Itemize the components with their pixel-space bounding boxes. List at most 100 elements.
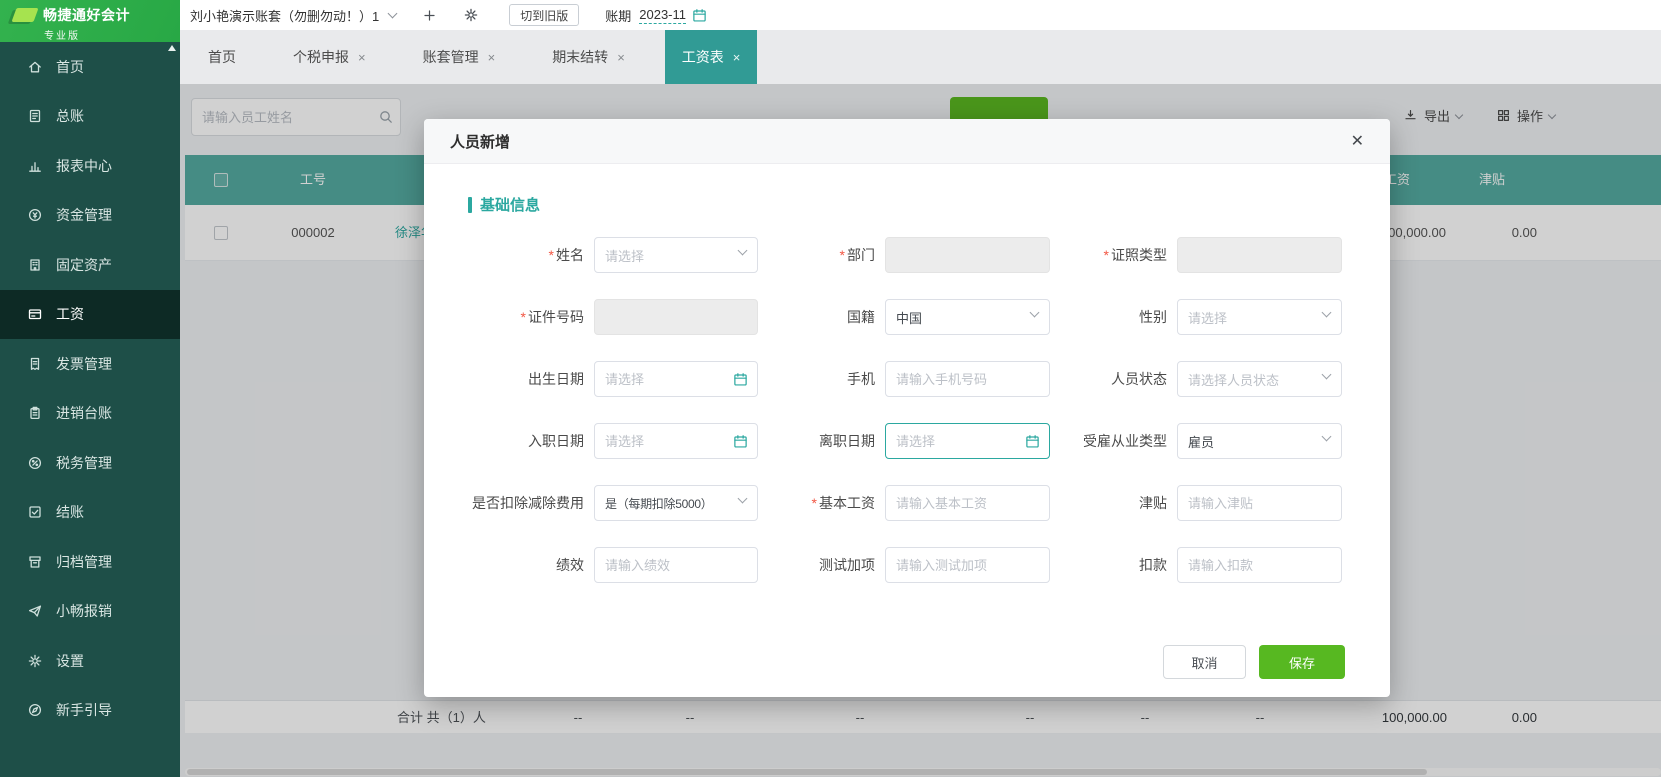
chevron-down-icon — [1029, 307, 1040, 318]
text-input[interactable] — [896, 557, 1039, 573]
sidebar-item-funds[interactable]: 资金管理 — [0, 191, 180, 241]
paper-plane-icon — [28, 605, 42, 617]
building-icon — [30, 259, 40, 271]
field-label-hire-date: 入职日期 — [528, 433, 584, 449]
sidebar-item-purchase-sales[interactable]: 进销台账 — [0, 389, 180, 439]
sidebar-item-label: 资金管理 — [56, 207, 112, 224]
cancel-button[interactable]: 取消 — [1163, 645, 1246, 679]
ledger-icon — [29, 110, 41, 123]
employment-type-select[interactable]: 雇员 — [1177, 423, 1342, 459]
add-person-dialog: 人员新增 ✕ 基础信息 * 姓名 请选择 * 部门 * 证照类型 * 证件号码 … — [424, 119, 1390, 697]
brand-edition: 专业版 — [44, 31, 80, 42]
sidebar-item-archive[interactable]: 归档管理 — [0, 537, 180, 587]
calendar-icon[interactable] — [692, 8, 707, 23]
certificate-type-input — [1177, 237, 1342, 273]
select-value: 雇员 — [1188, 434, 1215, 450]
base-salary-input[interactable] — [885, 485, 1050, 521]
section-title: 基础信息 — [480, 197, 541, 214]
sidebar-item-closing[interactable]: 结账 — [0, 488, 180, 538]
select-value: 是（每期扣除5000） — [605, 496, 713, 511]
account-selector[interactable]: 刘小艳演示账套（勿删勿动！）1 — [190, 6, 398, 25]
tab-salary-sheet[interactable]: 工资表 × — [664, 30, 758, 84]
tab-close-icon[interactable]: × — [488, 51, 496, 64]
date-input[interactable] — [605, 433, 727, 449]
dialog-form: * 姓名 请选择 * 部门 * 证照类型 * 证件号码 国籍 中国 性别 请选择… — [424, 237, 1390, 609]
sidebar-item-home[interactable]: 首页 — [0, 42, 180, 92]
check-square-icon — [29, 506, 41, 518]
field-label-person-status: 人员状态 — [1111, 371, 1167, 387]
sidebar-item-label: 结账 — [56, 504, 84, 521]
switch-old-version-button[interactable]: 切到旧版 — [509, 4, 580, 26]
deduct-amount-input[interactable] — [1177, 547, 1342, 583]
person-status-select[interactable]: 请选择人员状态 — [1177, 361, 1342, 397]
deduction-select[interactable]: 是（每期扣除5000） — [594, 485, 758, 521]
sidebar-item-label: 小畅报销 — [56, 603, 112, 620]
app-window: 畅捷通好会计 专业版 刘小艳演示账套（勿删勿动！）1 切到旧版 账期 2023-… — [0, 0, 1661, 777]
gender-select[interactable]: 请选择 — [1177, 299, 1342, 335]
leave-date-input[interactable] — [885, 423, 1050, 459]
name-select[interactable]: 请选择 — [594, 237, 758, 273]
tab-label: 工资表 — [681, 49, 724, 65]
dialog-title: 人员新增 — [450, 133, 511, 151]
text-input[interactable] — [605, 557, 747, 573]
tab-personal-tax[interactable]: 个税申报 × — [276, 30, 383, 84]
tab-close-icon[interactable]: × — [617, 51, 625, 64]
birth-date-input[interactable] — [594, 361, 758, 397]
sidebar-item-invoice[interactable]: 发票管理 — [0, 339, 180, 389]
text-input[interactable] — [896, 371, 1039, 387]
allowance-input[interactable] — [1177, 485, 1342, 521]
field-label-performance: 绩效 — [556, 557, 584, 573]
required-mark: * — [1103, 247, 1109, 263]
chevron-down-icon — [737, 493, 748, 504]
sidebar-item-tax[interactable]: 税务管理 — [0, 438, 180, 488]
sidebar-item-label: 固定资产 — [56, 256, 112, 273]
content-area: 导出 操作 工号 基本工资 津贴 000002 徐泽华 100,000.00 0… — [180, 84, 1661, 777]
department-input — [885, 237, 1050, 273]
close-icon[interactable]: ✕ — [1351, 131, 1364, 151]
dialog-footer: 取消 保存 — [1163, 645, 1345, 679]
text-input[interactable] — [896, 495, 1039, 511]
sidebar-item-report-center[interactable]: 报表中心 — [0, 141, 180, 191]
clipboard-icon — [30, 407, 40, 420]
tab-close-icon[interactable]: × — [733, 51, 741, 64]
field-label-department: * 部门 — [839, 247, 875, 263]
tab-account-books[interactable]: 账套管理 × — [406, 30, 513, 84]
home-icon — [29, 61, 41, 73]
tab-period-end[interactable]: 期末结转 × — [535, 30, 642, 84]
sidebar-item-guide[interactable]: 新手引导 — [0, 686, 180, 736]
hire-date-input[interactable] — [594, 423, 758, 459]
sidebar-item-reimburse[interactable]: 小畅报销 — [0, 587, 180, 637]
date-input[interactable] — [605, 371, 727, 387]
field-label-employment-type: 受雇从业类型 — [1083, 433, 1167, 449]
tab-home[interactable]: 首页 — [191, 30, 253, 84]
sidebar-item-general-ledger[interactable]: 总账 — [0, 92, 180, 142]
text-input[interactable] — [1188, 495, 1331, 511]
sidebar-scroll-up-icon[interactable] — [168, 45, 176, 51]
test-addition-input[interactable] — [885, 547, 1050, 583]
sidebar-item-label: 新手引导 — [56, 702, 112, 719]
tab-label: 首页 — [208, 49, 236, 65]
date-input[interactable] — [896, 433, 1019, 449]
nationality-select[interactable]: 中国 — [885, 299, 1050, 335]
sidebar: 首页 总账 报表中心 资金管理 固定资产 工资 发票管理 进销台账 税务管理 结… — [0, 42, 180, 777]
gear-icon[interactable] — [463, 7, 479, 23]
sidebar-item-settings[interactable]: 设置 — [0, 636, 180, 686]
period-value[interactable]: 2023-11 — [639, 7, 687, 24]
add-icon[interactable] — [422, 8, 437, 23]
field-label-certificate-number: * 证件号码 — [520, 309, 584, 325]
certificate-number-input — [594, 299, 758, 335]
salary-card-icon — [28, 309, 42, 320]
performance-input[interactable] — [594, 547, 758, 583]
dialog-header: 人员新增 ✕ — [424, 119, 1390, 164]
sidebar-item-fixed-assets[interactable]: 固定资产 — [0, 240, 180, 290]
section-bar — [468, 196, 472, 213]
field-label-deduction: 是否扣除减除费用 — [472, 495, 584, 511]
sidebar-item-salary[interactable]: 工资 — [0, 289, 180, 339]
tab-close-icon[interactable]: × — [358, 51, 366, 64]
save-button[interactable]: 保存 — [1259, 645, 1345, 679]
sidebar-item-label: 总账 — [56, 108, 84, 125]
period-label: 账期 — [605, 8, 632, 24]
text-input[interactable] — [1188, 557, 1331, 573]
mobile-input[interactable] — [885, 361, 1050, 397]
brand-name: 畅捷通好会计 — [43, 7, 130, 23]
